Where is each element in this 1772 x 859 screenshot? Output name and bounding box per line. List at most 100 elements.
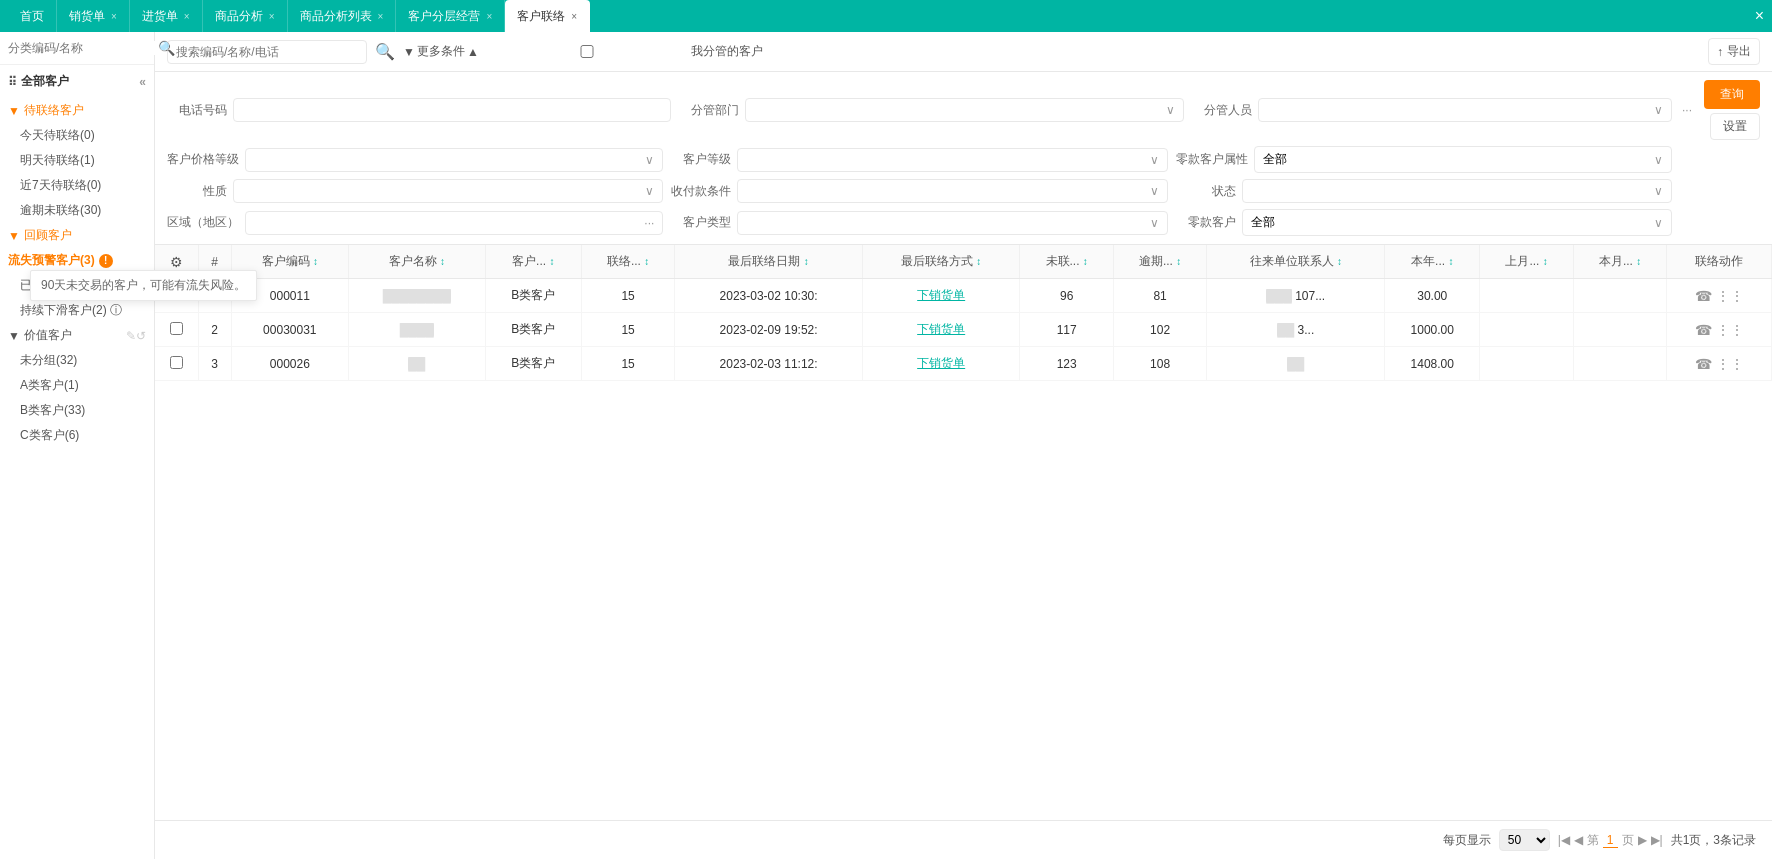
phone-input[interactable]	[233, 98, 671, 122]
search-button[interactable]: 🔍	[375, 42, 395, 61]
col-unit-contact-header[interactable]: 往来单位联系人 ↕	[1207, 245, 1385, 279]
filter-price-level: 客户价格等级 ∨	[167, 148, 663, 172]
tab-home[interactable]: 首页	[8, 0, 57, 32]
search-input[interactable]	[167, 40, 367, 64]
prev-page-button[interactable]: ◀	[1574, 833, 1583, 847]
region-input[interactable]: ···	[245, 211, 663, 235]
search-icon: 🔍	[158, 40, 175, 56]
row-checkbox-2[interactable]	[155, 313, 198, 347]
sidebar-item-c-class[interactable]: C类客户(6)	[0, 423, 154, 448]
sidebar-group-pending[interactable]: ▼ 待联络客户	[0, 98, 154, 123]
col-name-header[interactable]: 客户名称 ↕	[348, 245, 485, 279]
pagination: 每页显示 50 100 200 |◀ ◀ 第 1 页 ▶ ▶| 共1页，3条记录	[155, 820, 1772, 859]
row-uncontacted-2: 117	[1020, 313, 1113, 347]
per-page-select[interactable]: 50 100 200	[1499, 829, 1550, 851]
content-area: 🔍 ▼ 更多条件 ▲ 我分管的客户 ↑ 导出 电话号码	[155, 32, 1772, 859]
gender-select[interactable]: ∨	[233, 179, 663, 203]
sidebar-item-declining[interactable]: 持续下滑客户(2) ⓘ	[0, 298, 154, 323]
contact-icon[interactable]: ☎	[1695, 356, 1712, 372]
row-contact-1: 15	[581, 279, 674, 313]
sidebar-group-value[interactable]: ▼ 价值客户 ✎ ↺	[0, 323, 154, 348]
sidebar-group-review[interactable]: ▼ 回顾客户	[0, 223, 154, 248]
close-icon[interactable]: ×	[486, 11, 492, 22]
payment-select[interactable]: ∨	[737, 179, 1167, 203]
row-unit-3: ██	[1207, 347, 1385, 381]
col-uncontacted-header[interactable]: 未联... ↕	[1020, 245, 1113, 279]
row-method-1[interactable]: 下销货单	[862, 279, 1020, 313]
more-icon[interactable]: ···	[1678, 103, 1696, 117]
col-last-date-header[interactable]: 最后联络日期 ↕	[675, 245, 863, 279]
sidebar-item-today[interactable]: 今天待联络(0)	[0, 123, 154, 148]
col-this-year-header[interactable]: 本年... ↕	[1385, 245, 1480, 279]
more-actions-icon[interactable]: ⋮⋮	[1716, 322, 1744, 338]
sidebar-search-input[interactable]	[8, 41, 158, 55]
more-actions-icon[interactable]: ⋮⋮	[1716, 288, 1744, 304]
more-actions-icon[interactable]: ⋮⋮	[1716, 356, 1744, 372]
settings-button[interactable]: 设置	[1710, 113, 1760, 140]
close-icon[interactable]: ×	[269, 11, 275, 22]
action-buttons: 查询 设置	[1704, 80, 1760, 140]
my-customers-check[interactable]	[487, 45, 687, 58]
top-tab-bar: 首页 销货单 × 进货单 × 商品分析 × 商品分析列表 × 客户分层经营 × …	[0, 0, 1772, 32]
sidebar-search-box: 🔍	[0, 32, 154, 65]
refresh-icon[interactable]: ↺	[136, 329, 146, 343]
contact-icon[interactable]: ☎	[1695, 322, 1712, 338]
status-select[interactable]: ∨	[1242, 179, 1672, 203]
col-last-month-header[interactable]: 上月... ↕	[1480, 245, 1573, 279]
sidebar-item-overdue[interactable]: 逾期未联络(30)	[0, 198, 154, 223]
col-overdue-header[interactable]: 逾期... ↕	[1113, 245, 1206, 279]
chevron-down-icon: ∨	[1150, 153, 1159, 167]
close-icon[interactable]: ×	[184, 11, 190, 22]
col-last-method-header[interactable]: 最后联络方式 ↕	[862, 245, 1020, 279]
customer-level-select[interactable]: ∨	[737, 148, 1167, 172]
dept-select[interactable]: ∨	[745, 98, 1183, 122]
zero-customer-select[interactable]: 全部 ∨	[1242, 209, 1672, 236]
zero-attr-select[interactable]: 全部 ∨	[1254, 146, 1672, 173]
filter-row-4: 区域（地区） ··· 客户类型 ∨ 零款客户 全部	[167, 209, 1760, 236]
tab-sales[interactable]: 销货单 ×	[57, 0, 130, 32]
row-method-2[interactable]: 下销货单	[862, 313, 1020, 347]
row-overdue-2: 102	[1113, 313, 1206, 347]
sidebar-item-ungrouped[interactable]: 未分组(32)	[0, 348, 154, 373]
sidebar-item-a-class[interactable]: A类客户(1)	[0, 373, 154, 398]
tab-purchase[interactable]: 进货单 ×	[130, 0, 203, 32]
query-button[interactable]: 查询	[1704, 80, 1760, 109]
col-type-header[interactable]: 客户... ↕	[485, 245, 581, 279]
page-unit: 页	[1622, 832, 1634, 849]
row-checkbox-3[interactable]	[155, 347, 198, 381]
last-page-button[interactable]: ▶|	[1651, 833, 1663, 847]
close-icon[interactable]: ×	[571, 11, 577, 22]
edit-icon[interactable]: ✎	[126, 329, 136, 343]
tab-product-analysis-list[interactable]: 商品分析列表 ×	[288, 0, 397, 32]
more-conditions-button[interactable]: ▼ 更多条件 ▲	[403, 43, 479, 60]
sidebar: 🔍 ⠿ 全部客户 « ▼ 待联络客户 今天待联络(0) 明天待联络(1) 近7天…	[0, 32, 155, 859]
close-icon[interactable]: ×	[111, 11, 117, 22]
first-page-button[interactable]: |◀	[1558, 833, 1570, 847]
price-level-select[interactable]: ∨	[245, 148, 663, 172]
col-contact-header[interactable]: 联络... ↕	[581, 245, 674, 279]
next-page-button[interactable]: ▶	[1638, 833, 1647, 847]
close-icon[interactable]: ×	[378, 11, 384, 22]
sidebar-item-7days[interactable]: 近7天待联络(0)	[0, 173, 154, 198]
chevron-down-icon: ∨	[1654, 216, 1663, 230]
chevron-down-icon: ∨	[645, 153, 654, 167]
collapse-icon[interactable]: «	[139, 75, 146, 89]
contact-icon[interactable]: ☎	[1695, 288, 1712, 304]
row-unit-1: ███ 107...	[1207, 279, 1385, 313]
row-contact-2: 15	[581, 313, 674, 347]
export-button[interactable]: ↑ 导出	[1708, 38, 1760, 65]
filter-dept: 分管部门 ∨	[679, 98, 1183, 122]
row-month-3	[1573, 347, 1666, 381]
tab-customer-stratify[interactable]: 客户分层经营 ×	[396, 0, 505, 32]
row-lmonth-3	[1480, 347, 1573, 381]
col-this-month-header[interactable]: 本月... ↕	[1573, 245, 1666, 279]
sidebar-item-tomorrow[interactable]: 明天待联络(1)	[0, 148, 154, 173]
row-method-3[interactable]: 下销货单	[862, 347, 1020, 381]
tab-customer-contact[interactable]: 客户联络 ×	[505, 0, 590, 32]
customer-type-select[interactable]: ∨	[737, 211, 1167, 235]
filter-region: 区域（地区） ···	[167, 211, 663, 235]
sidebar-item-b-class[interactable]: B类客户(33)	[0, 398, 154, 423]
manager-select[interactable]: ∨	[1258, 98, 1672, 122]
close-all-button[interactable]: ×	[1755, 7, 1764, 25]
tab-product-analysis[interactable]: 商品分析 ×	[203, 0, 288, 32]
